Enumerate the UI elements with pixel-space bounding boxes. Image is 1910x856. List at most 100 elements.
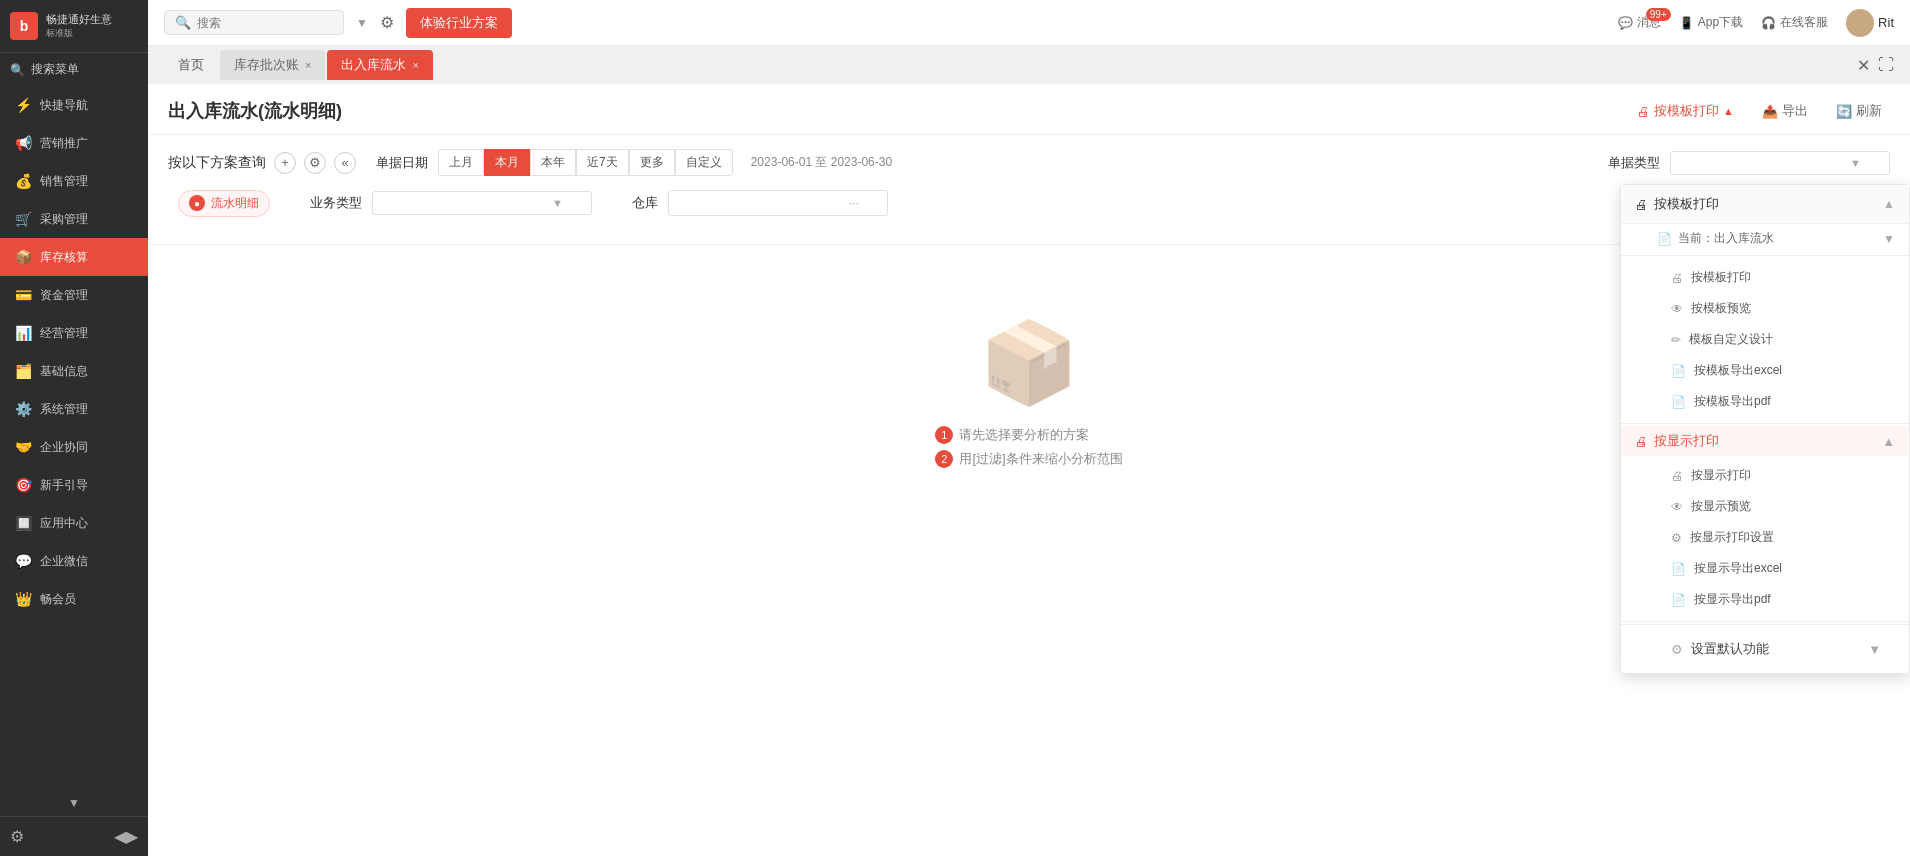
export-icon: 📤 bbox=[1762, 104, 1778, 119]
tab-flow-label: 出入库流水 bbox=[341, 56, 406, 74]
dropdown-display-settings-item[interactable]: ⚙ 按显示打印设置 bbox=[1621, 522, 1909, 553]
display-section-icon: 🖨 bbox=[1635, 434, 1648, 449]
dropdown-current-icon: 📄 bbox=[1657, 232, 1672, 246]
app-logo-icon: b bbox=[10, 12, 38, 40]
date-this-year-button[interactable]: 本年 bbox=[530, 149, 576, 176]
display-preview-label: 按显示预览 bbox=[1691, 498, 1751, 515]
dropdown-display-print-item[interactable]: 🖨 按显示打印 bbox=[1621, 460, 1909, 491]
dropdown-current-content: 📄 当前：出入库流水 bbox=[1657, 230, 1774, 247]
dropdown-display-excel-item[interactable]: 📄 按显示导出excel bbox=[1621, 553, 1909, 584]
print-template-button[interactable]: 🖨 按模板打印 ▲ bbox=[1629, 98, 1742, 124]
topbar-search-box[interactable]: 🔍 bbox=[164, 10, 344, 35]
doc-type-select[interactable]: ▼ bbox=[1670, 151, 1890, 175]
template-pdf-icon: 📄 bbox=[1671, 395, 1686, 409]
collapse-sidebar-icon[interactable]: ◀▶ bbox=[114, 827, 138, 846]
online-service-button[interactable]: 🎧 在线客服 bbox=[1761, 14, 1828, 31]
sidebar-item-label: 企业协同 bbox=[40, 439, 88, 456]
empty-step-1: 1 请先选择要分析的方案 bbox=[935, 426, 1122, 444]
online-service-label: 在线客服 bbox=[1780, 14, 1828, 31]
tab-batch-account-close[interactable]: × bbox=[305, 59, 311, 71]
sidebar-item-finance[interactable]: 💳 资金管理 bbox=[0, 276, 148, 314]
sidebar-item-quick-nav[interactable]: ⚡ 快捷导航 bbox=[0, 86, 148, 124]
sidebar-nav: ⚡ 快捷导航 📢 营销推广 💰 销售管理 🛒 采购管理 📦 库存核算 💳 资金管… bbox=[0, 86, 148, 790]
default-function-chevron: ▼ bbox=[1868, 642, 1881, 657]
basic-icon: 🗂️ bbox=[14, 362, 32, 380]
industry-solution-button[interactable]: 体验行业方案 bbox=[406, 8, 512, 38]
sidebar-item-member[interactable]: 👑 畅会员 bbox=[0, 580, 148, 618]
dropdown-template-excel-item[interactable]: 📄 按模板导出excel bbox=[1621, 355, 1909, 386]
sidebar-item-marketing[interactable]: 📢 营销推广 bbox=[0, 124, 148, 162]
date-last-7-days-button[interactable]: 近7天 bbox=[576, 149, 629, 176]
template-print-label: 按模板打印 bbox=[1691, 269, 1751, 286]
wechat-icon: 💬 bbox=[14, 552, 32, 570]
settings-icon[interactable]: ⚙ bbox=[10, 827, 24, 846]
tab-flow[interactable]: 出入库流水 × bbox=[327, 50, 432, 80]
dropdown-display-preview-item[interactable]: 👁 按显示预览 bbox=[1621, 491, 1909, 522]
template-excel-icon: 📄 bbox=[1671, 364, 1686, 378]
dropdown-display-section-header[interactable]: 🖨 按显示打印 ▲ bbox=[1621, 426, 1909, 456]
filter-label-text: 按以下方案查询 bbox=[168, 154, 266, 172]
sidebar-item-sales[interactable]: 💰 销售管理 bbox=[0, 162, 148, 200]
export-button[interactable]: 📤 导出 bbox=[1754, 98, 1816, 124]
filter-collapse-button[interactable]: « bbox=[334, 152, 356, 174]
warehouse-dots-icon[interactable]: ··· bbox=[849, 196, 859, 210]
user-avatar-button[interactable]: Rit bbox=[1846, 9, 1894, 37]
app-name: 畅捷通好生意 bbox=[46, 12, 112, 27]
date-buttons-group: 上月 本月 本年 近7天 更多 自定义 bbox=[438, 149, 733, 176]
template-print-icon: 🖨 bbox=[1671, 271, 1683, 285]
sidebar-bottom: ⚙ ◀▶ bbox=[0, 816, 148, 856]
filter-settings-button[interactable]: ⚙ bbox=[304, 152, 326, 174]
page-actions: 🖨 按模板打印 ▲ 📤 导出 🔄 刷新 bbox=[1629, 98, 1890, 124]
filter-add-buttons: + ⚙ « bbox=[274, 152, 356, 174]
content-area: 出入库流水(流水明细) 🖨 按模板打印 ▲ 📤 导出 🔄 刷新 bbox=[148, 84, 1910, 856]
sidebar-item-basic[interactable]: 🗂️ 基础信息 bbox=[0, 352, 148, 390]
sidebar-item-label: 基础信息 bbox=[40, 363, 88, 380]
topbar: 🔍 ▼ ⚙ 体验行业方案 💬 消息 99+ 📱 App下载 🎧 在线客服 Rit bbox=[148, 0, 1910, 46]
topbar-gear-icon[interactable]: ⚙ bbox=[380, 13, 394, 32]
dropdown-template-design-item[interactable]: ✏ 模板自定义设计 bbox=[1621, 324, 1909, 355]
dropdown-display-pdf-item[interactable]: 📄 按显示导出pdf bbox=[1621, 584, 1909, 615]
sidebar-logo-text: 畅捷通好生意 标准版 bbox=[46, 12, 112, 40]
refresh-button[interactable]: 🔄 刷新 bbox=[1828, 98, 1890, 124]
dropdown-template-preview-item[interactable]: 👁 按模板预览 bbox=[1621, 293, 1909, 324]
step-2-number: 2 bbox=[935, 450, 953, 468]
sidebar-logo: b 畅捷通好生意 标准版 bbox=[0, 0, 148, 53]
dropdown-printer-icon: 🖨 bbox=[1635, 197, 1648, 212]
sidebar-search[interactable]: 🔍 搜索菜单 bbox=[0, 53, 148, 86]
sidebar-item-purchase[interactable]: 🛒 采购管理 bbox=[0, 200, 148, 238]
date-last-month-button[interactable]: 上月 bbox=[438, 149, 484, 176]
dropdown-close-chevron[interactable]: ▲ bbox=[1883, 197, 1895, 211]
warehouse-select[interactable]: ··· bbox=[668, 190, 888, 216]
filter-add-button[interactable]: + bbox=[274, 152, 296, 174]
dropdown-default-function-item[interactable]: ⚙ 设置默认功能 ▼ bbox=[1635, 633, 1895, 665]
sidebar-item-operation[interactable]: 📊 经营管理 bbox=[0, 314, 148, 352]
topbar-right: 💬 消息 99+ 📱 App下载 🎧 在线客服 Rit bbox=[1618, 9, 1894, 37]
sidebar-item-cooperation[interactable]: 🤝 企业协同 bbox=[0, 428, 148, 466]
display-settings-icon: ⚙ bbox=[1671, 531, 1682, 545]
dropdown-template-print-item[interactable]: 🖨 按模板打印 bbox=[1621, 262, 1909, 293]
sidebar-item-guide[interactable]: 🎯 新手引导 bbox=[0, 466, 148, 504]
tab-home[interactable]: 首页 bbox=[164, 50, 218, 80]
display-excel-icon: 📄 bbox=[1671, 562, 1686, 576]
sidebar-item-inventory[interactable]: 📦 库存核算 bbox=[0, 238, 148, 276]
sidebar-scroll-down[interactable]: ▼ bbox=[0, 790, 148, 816]
sidebar-item-label: 经营管理 bbox=[40, 325, 88, 342]
sidebar-item-app-center[interactable]: 🔲 应用中心 bbox=[0, 504, 148, 542]
tab-flow-close[interactable]: × bbox=[412, 59, 418, 71]
dropdown-template-pdf-item[interactable]: 📄 按模板导出pdf bbox=[1621, 386, 1909, 417]
topbar-search-input[interactable] bbox=[197, 16, 297, 30]
message-button[interactable]: 💬 消息 99+ bbox=[1618, 14, 1661, 31]
window-close-button[interactable]: ✕ bbox=[1857, 56, 1870, 75]
default-function-icon: ⚙ bbox=[1671, 642, 1683, 657]
date-custom-button[interactable]: 自定义 bbox=[675, 149, 733, 176]
date-this-month-button[interactable]: 本月 bbox=[484, 149, 530, 176]
business-type-select[interactable]: ▼ bbox=[372, 191, 592, 215]
window-expand-button[interactable]: ⛶ bbox=[1878, 56, 1894, 75]
tab-batch-account[interactable]: 库存批次账 × bbox=[220, 50, 325, 80]
sidebar-item-wechat[interactable]: 💬 企业微信 bbox=[0, 542, 148, 580]
date-more-button[interactable]: 更多 bbox=[629, 149, 675, 176]
app-download-button[interactable]: 📱 App下载 bbox=[1679, 14, 1743, 31]
sidebar-item-system[interactable]: ⚙️ 系统管理 bbox=[0, 390, 148, 428]
dropdown-display-section: 🖨 按显示打印 👁 按显示预览 ⚙ 按显示打印设置 📄 按显示导出excel bbox=[1621, 456, 1909, 619]
filter-tag-flow[interactable]: ● 流水明细 bbox=[178, 190, 270, 217]
